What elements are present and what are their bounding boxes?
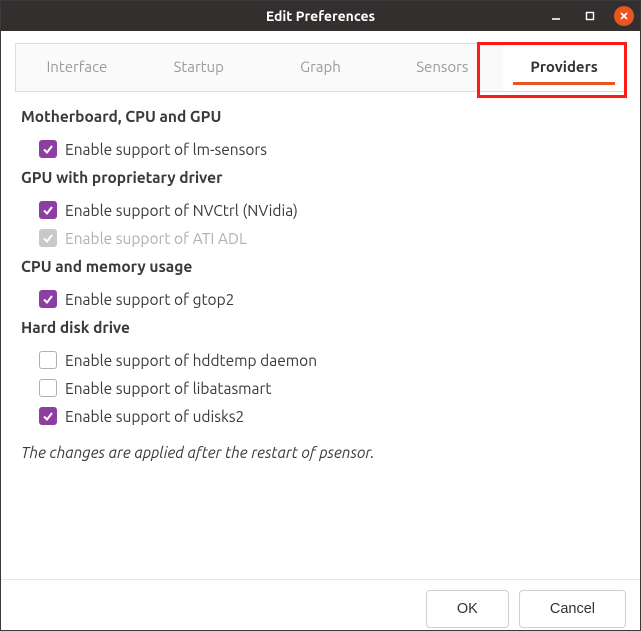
dialog-window: Edit Preferences Interface Startup Graph… (0, 0, 641, 631)
minimize-icon (550, 10, 562, 22)
check-icon (42, 143, 54, 155)
row-udisks2: Enable support of udisks2 (21, 402, 620, 430)
close-icon (618, 10, 630, 22)
ok-button[interactable]: OK (426, 590, 509, 628)
section-hdd-title: Hard disk drive (21, 319, 620, 336)
restart-note: The changes are applied after the restar… (21, 444, 620, 461)
tab-interface[interactable]: Interface (16, 44, 138, 91)
tab-bar: Interface Startup Graph Sensors Provider… (15, 43, 626, 92)
checkbox-atiadl (39, 229, 57, 247)
label-hddtemp: Enable support of hddtemp daemon (65, 352, 317, 369)
tab-sensors[interactable]: Sensors (381, 44, 503, 91)
check-icon (42, 293, 54, 305)
providers-panel: Motherboard, CPU and GPU Enable support … (15, 92, 626, 579)
section-cpu-title: CPU and memory usage (21, 258, 620, 275)
window-title: Edit Preferences (266, 8, 375, 24)
maximize-button[interactable] (580, 6, 600, 26)
row-hddtemp: Enable support of hddtemp daemon (21, 346, 620, 374)
section-mobo-title: Motherboard, CPU and GPU (21, 108, 620, 125)
dialog-footer: OK Cancel (1, 579, 640, 630)
label-atiadl: Enable support of ATI ADL (65, 230, 247, 247)
row-atiadl: Enable support of ATI ADL (21, 224, 620, 252)
minimize-button[interactable] (546, 6, 566, 26)
titlebar: Edit Preferences (1, 1, 640, 31)
label-lmsensors: Enable support of lm-sensors (65, 141, 267, 158)
window-controls (546, 6, 634, 26)
close-button[interactable] (614, 6, 634, 26)
checkbox-lmsensors[interactable] (39, 140, 57, 158)
dialog-content: Interface Startup Graph Sensors Provider… (1, 31, 640, 579)
row-lmsensors: Enable support of lm-sensors (21, 135, 620, 163)
checkbox-libatasmart[interactable] (39, 379, 57, 397)
checkbox-nvctrl[interactable] (39, 201, 57, 219)
checkbox-udisks2[interactable] (39, 407, 57, 425)
tab-providers[interactable]: Providers (503, 44, 625, 91)
tab-graph[interactable]: Graph (260, 44, 382, 91)
row-gtop2: Enable support of gtop2 (21, 285, 620, 313)
checkbox-gtop2[interactable] (39, 290, 57, 308)
check-icon (42, 410, 54, 422)
checkbox-hddtemp[interactable] (39, 351, 57, 369)
label-udisks2: Enable support of udisks2 (65, 408, 244, 425)
cancel-button[interactable]: Cancel (519, 590, 626, 628)
check-icon (42, 204, 54, 216)
label-gtop2: Enable support of gtop2 (65, 291, 234, 308)
check-icon (42, 232, 54, 244)
row-nvctrl: Enable support of NVCtrl (NVidia) (21, 196, 620, 224)
tab-startup[interactable]: Startup (138, 44, 260, 91)
label-nvctrl: Enable support of NVCtrl (NVidia) (65, 202, 298, 219)
row-libatasmart: Enable support of libatasmart (21, 374, 620, 402)
section-gpu-title: GPU with proprietary driver (21, 169, 620, 186)
label-libatasmart: Enable support of libatasmart (65, 380, 272, 397)
maximize-icon (584, 10, 596, 22)
